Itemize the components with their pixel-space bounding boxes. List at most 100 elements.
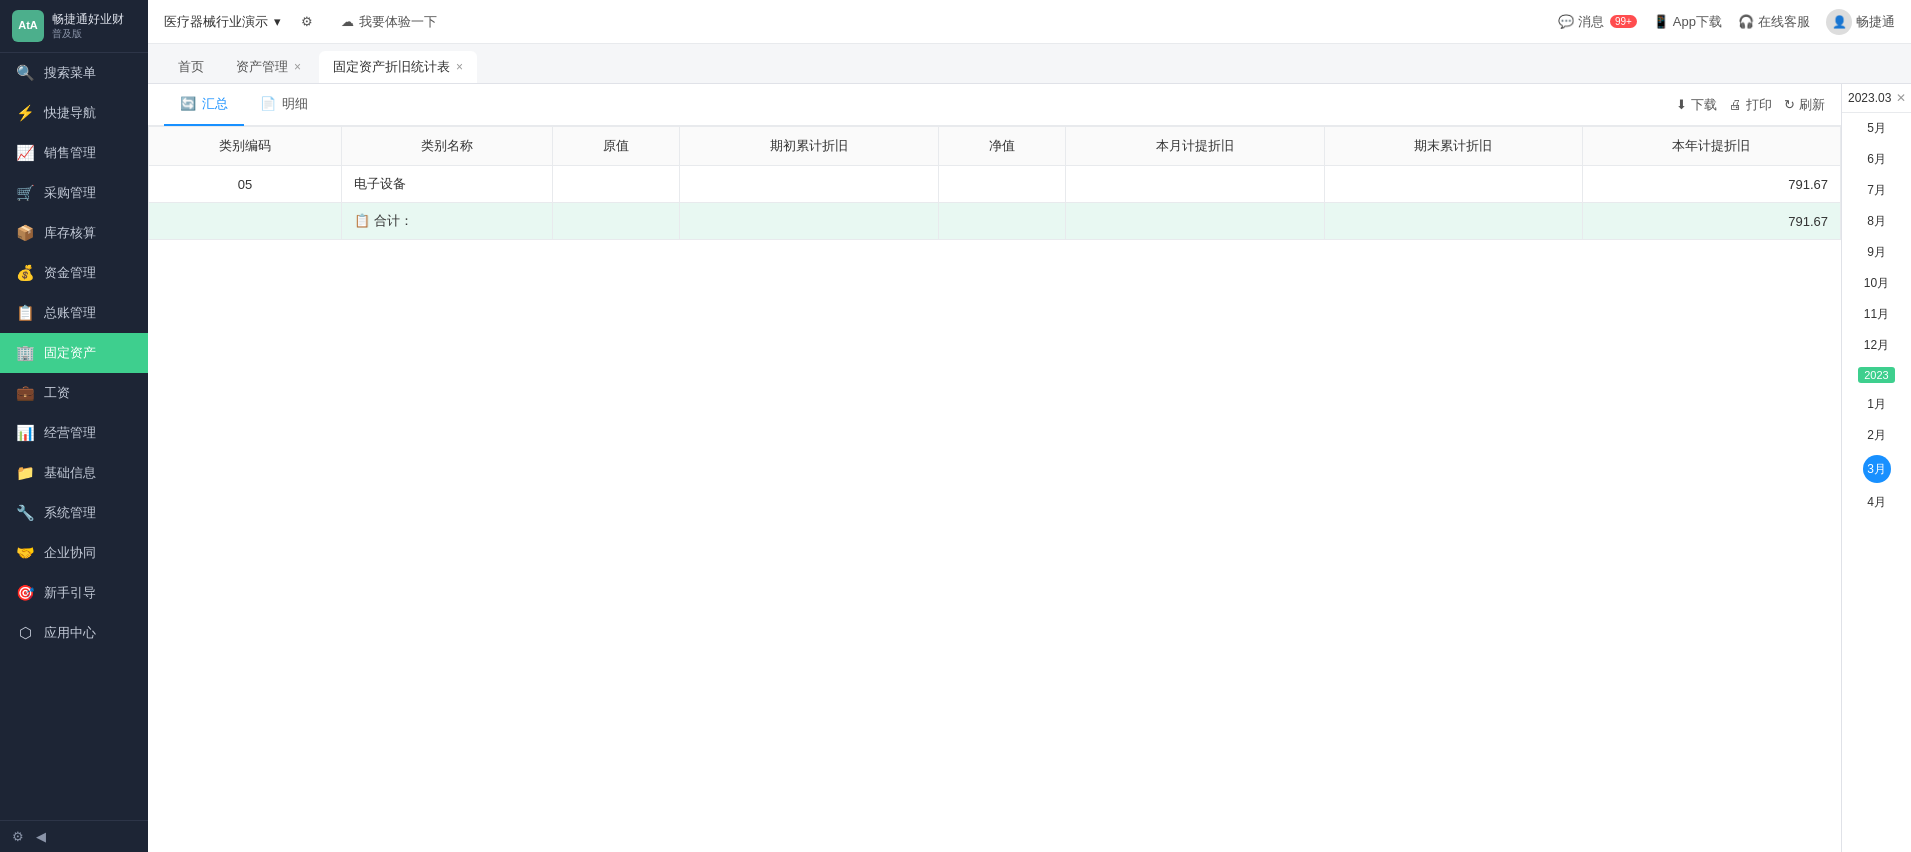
- date-month-9月[interactable]: 9月: [1863, 239, 1890, 266]
- date-month-row: 3月: [1842, 451, 1911, 487]
- subtabs: 🔄 汇总 📄 明细: [164, 84, 324, 126]
- col-current-month: 本月计提折旧: [1066, 127, 1324, 166]
- date-month-5月[interactable]: 5月: [1863, 115, 1890, 142]
- avatar: 👤: [1826, 9, 1852, 35]
- app-download-button[interactable]: 📱 App下载: [1653, 13, 1722, 31]
- date-month-row: 9月: [1842, 237, 1911, 268]
- tab-asset-mgmt[interactable]: 资产管理 ×: [222, 51, 315, 83]
- tab-depreciation-table[interactable]: 固定资产折旧统计表 ×: [319, 51, 477, 83]
- main-area: 医疗器械行业演示 ▾ ⚙ ☁ 我要体验一下 💬 消息 99+ 📱 App下载: [148, 0, 1911, 852]
- subtab-detail[interactable]: 📄 明细: [244, 84, 324, 126]
- company-name: 医疗器械行业演示: [164, 13, 268, 31]
- message-button[interactable]: 💬 消息 99+: [1558, 13, 1637, 31]
- cell-code: 05: [149, 166, 342, 203]
- topbar-right: 💬 消息 99+ 📱 App下载 🎧 在线客服 👤 畅捷通: [1558, 9, 1895, 35]
- customer-service-button[interactable]: 🎧 在线客服: [1738, 13, 1810, 31]
- date-month-12月[interactable]: 12月: [1860, 332, 1893, 359]
- sidebar-logo: AtA 畅捷通好业财 普及版: [0, 0, 148, 53]
- sidebar-item-basic-info[interactable]: 📁基础信息: [0, 453, 148, 493]
- purchase-icon: 🛒: [16, 184, 34, 202]
- tab-depreciation-label: 固定资产折旧统计表: [333, 58, 450, 76]
- print-button[interactable]: 🖨 打印: [1729, 96, 1772, 114]
- inventory-icon: 📦: [16, 224, 34, 242]
- system-icon: 🔧: [16, 504, 34, 522]
- sidebar-item-payroll[interactable]: 💼工资: [0, 373, 148, 413]
- sidebar-item-operations[interactable]: 📊经营管理: [0, 413, 148, 453]
- date-month-11月[interactable]: 11月: [1860, 301, 1893, 328]
- summary-current-year: 791.67: [1582, 203, 1840, 240]
- user-profile[interactable]: 👤 畅捷通: [1826, 9, 1895, 35]
- sidebar: AtA 畅捷通好业财 普及版 🔍搜索菜单⚡快捷导航📈销售管理🛒采购管理📦库存核算…: [0, 0, 148, 852]
- cell-beginning: [680, 166, 938, 203]
- experience-button[interactable]: ☁ 我要体验一下: [333, 9, 445, 35]
- sidebar-item-search[interactable]: 🔍搜索菜单: [0, 53, 148, 93]
- tab-depreciation-close[interactable]: ×: [456, 60, 463, 74]
- sidebar-item-label: 固定资产: [44, 344, 96, 362]
- date-month-8月[interactable]: 8月: [1863, 208, 1890, 235]
- tabbar: 首页 资产管理 × 固定资产折旧统计表 ×: [148, 44, 1911, 84]
- settings-icon[interactable]: ⚙: [12, 829, 24, 844]
- finance-icon: 💰: [16, 264, 34, 282]
- sidebar-item-enterprise[interactable]: 🤝企业协同: [0, 533, 148, 573]
- cell-name: 电子设备: [342, 166, 553, 203]
- subtab-summary[interactable]: 🔄 汇总: [164, 84, 244, 126]
- sidebar-item-sales[interactable]: 📈销售管理: [0, 133, 148, 173]
- date-month-6月[interactable]: 6月: [1863, 146, 1890, 173]
- date-month-3月[interactable]: 3月: [1863, 455, 1891, 483]
- customer-service-icon: 🎧: [1738, 14, 1754, 29]
- user-name: 畅捷通: [1856, 13, 1895, 31]
- date-close-button[interactable]: ✕: [1891, 88, 1911, 108]
- experience-label: 我要体验一下: [359, 13, 437, 31]
- date-year-2023: 2023: [1842, 361, 1911, 389]
- sidebar-item-system[interactable]: 🔧系统管理: [0, 493, 148, 533]
- summary-current-month: [1066, 203, 1324, 240]
- cell-current-year: 791.67: [1582, 166, 1840, 203]
- sales-icon: 📈: [16, 144, 34, 162]
- summary-label: 汇总: [202, 95, 228, 113]
- message-label: 消息: [1578, 13, 1604, 31]
- settings-button[interactable]: ⚙: [293, 10, 321, 33]
- date-month-7月[interactable]: 7月: [1863, 177, 1890, 204]
- download-button[interactable]: ⬇ 下载: [1676, 96, 1717, 114]
- sidebar-item-label: 新手引导: [44, 584, 96, 602]
- sidebar-item-quick-nav[interactable]: ⚡快捷导航: [0, 93, 148, 133]
- date-month-row: 2月: [1842, 420, 1911, 451]
- collapse-icon[interactable]: ◀: [36, 829, 46, 844]
- date-month-row: 7月: [1842, 175, 1911, 206]
- tab-home[interactable]: 首页: [164, 51, 218, 83]
- topbar-left: 医疗器械行业演示 ▾ ⚙ ☁ 我要体验一下: [164, 9, 445, 35]
- app-download-label: App下载: [1673, 13, 1722, 31]
- summary-code: [149, 203, 342, 240]
- col-beginning: 期初累计折旧: [680, 127, 938, 166]
- cell-ending: [1324, 166, 1582, 203]
- date-current: 2023.03: [1848, 91, 1891, 105]
- date-sidebar-scroll: 5月 6月 7月 8月 9月 10月 11月 12月 2023 1月 2月 3月 4月: [1842, 113, 1911, 852]
- sidebar-item-label: 企业协同: [44, 544, 96, 562]
- date-month-row: 12月: [1842, 330, 1911, 361]
- sidebar-item-guide[interactable]: 🎯新手引导: [0, 573, 148, 613]
- refresh-button[interactable]: ↻ 刷新: [1784, 96, 1825, 114]
- experience-icon: ☁: [341, 14, 354, 29]
- sidebar-item-label: 快捷导航: [44, 104, 96, 122]
- download-label: 下载: [1691, 96, 1717, 114]
- sidebar-item-fixed-assets[interactable]: 🏢固定资产: [0, 333, 148, 373]
- date-month-10月[interactable]: 10月: [1860, 270, 1893, 297]
- sidebar-item-finance[interactable]: 💰资金管理: [0, 253, 148, 293]
- table-row: 05 电子设备 791.67: [149, 166, 1841, 203]
- sidebar-item-apps[interactable]: ⬡应用中心: [0, 613, 148, 653]
- sidebar-item-ledger[interactable]: 📋总账管理: [0, 293, 148, 333]
- print-icon: 🖨: [1729, 97, 1742, 112]
- basic-info-icon: 📁: [16, 464, 34, 482]
- date-month-4月[interactable]: 4月: [1863, 489, 1890, 516]
- tab-asset-mgmt-close[interactable]: ×: [294, 60, 301, 74]
- sidebar-item-purchase[interactable]: 🛒采购管理: [0, 173, 148, 213]
- sidebar-item-inventory[interactable]: 📦库存核算: [0, 213, 148, 253]
- col-name: 类别名称: [342, 127, 553, 166]
- date-month-1月[interactable]: 1月: [1863, 391, 1890, 418]
- company-selector[interactable]: 医疗器械行业演示 ▾: [164, 13, 281, 31]
- year-2023-label: 2023: [1858, 367, 1894, 383]
- operations-icon: 📊: [16, 424, 34, 442]
- date-group-2022: 5月 6月 7月 8月 9月 10月 11月 12月: [1842, 113, 1911, 361]
- date-month-row: 11月: [1842, 299, 1911, 330]
- date-month-2月[interactable]: 2月: [1863, 422, 1890, 449]
